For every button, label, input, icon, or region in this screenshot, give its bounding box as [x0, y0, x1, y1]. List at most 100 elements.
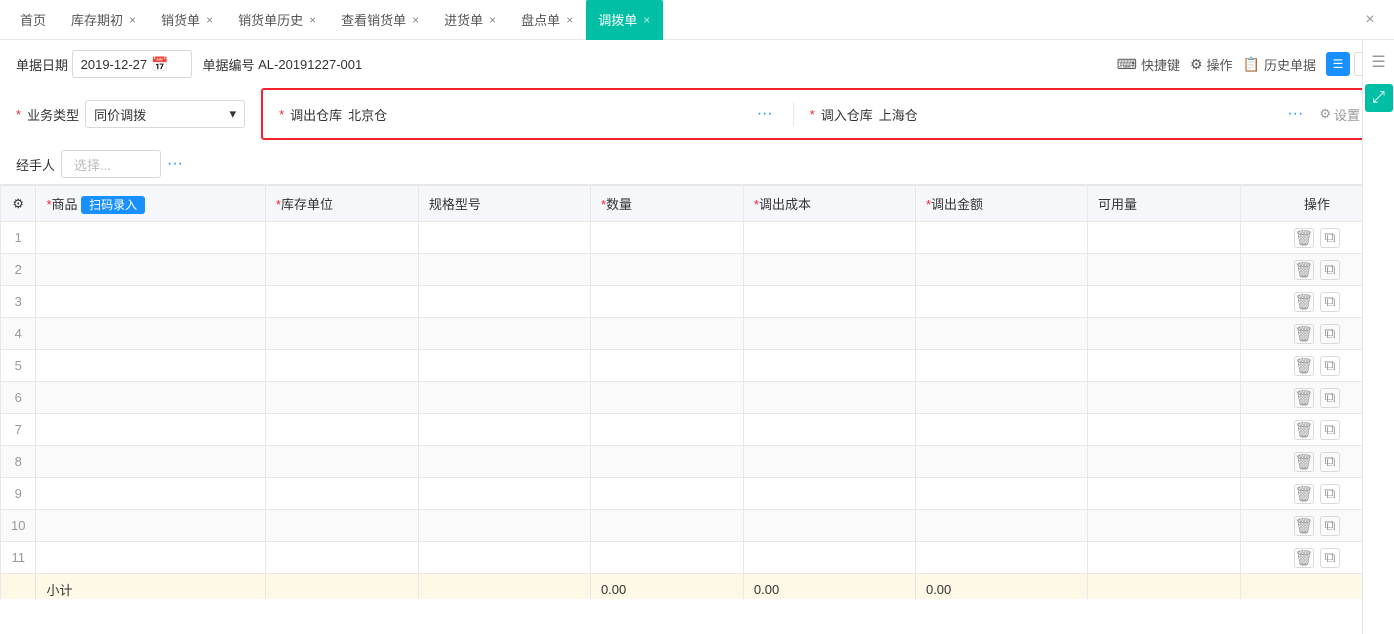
table-cell[interactable] — [265, 510, 418, 542]
copy-icon[interactable]: ⧉ — [1320, 260, 1340, 280]
delete-icon[interactable]: 🗑 — [1294, 452, 1314, 472]
table-cell[interactable] — [915, 318, 1087, 350]
table-cell[interactable] — [590, 382, 743, 414]
table-cell[interactable] — [590, 286, 743, 318]
table-cell[interactable] — [590, 254, 743, 286]
table-cell[interactable] — [1088, 350, 1241, 382]
delete-icon[interactable]: 🗑 — [1294, 388, 1314, 408]
copy-icon[interactable]: ⧉ — [1320, 484, 1340, 504]
table-cell[interactable] — [265, 478, 418, 510]
delete-icon[interactable]: 🗑 — [1294, 484, 1314, 504]
table-cell[interactable] — [743, 222, 915, 254]
tab-sales-order-close[interactable]: × — [206, 13, 213, 27]
settings-button[interactable]: ⚙ 设置 — [1319, 105, 1360, 124]
table-cell[interactable] — [743, 478, 915, 510]
table-cell[interactable] — [265, 254, 418, 286]
table-cell[interactable] — [915, 222, 1087, 254]
copy-icon[interactable]: ⧉ — [1320, 356, 1340, 376]
table-cell[interactable] — [1088, 382, 1241, 414]
table-cell[interactable] — [418, 318, 590, 350]
table-cell[interactable] — [265, 350, 418, 382]
shortcuts-button[interactable]: ⌨ 快捷键 — [1117, 55, 1180, 74]
tab-home[interactable]: 首页 — [8, 0, 59, 40]
table-cell[interactable] — [590, 542, 743, 574]
table-cell[interactable] — [915, 382, 1087, 414]
table-cell[interactable] — [265, 446, 418, 478]
table-cell[interactable] — [418, 510, 590, 542]
out-warehouse-dots[interactable]: ··· — [753, 105, 777, 123]
delete-icon[interactable]: 🗑 — [1294, 420, 1314, 440]
biz-type-select[interactable]: 同价调拨 ▾ — [85, 100, 245, 128]
table-cell[interactable] — [743, 350, 915, 382]
tab-stock-init-close[interactable]: × — [129, 13, 136, 27]
tab-transfer[interactable]: 调拨单 × — [586, 0, 663, 40]
table-cell[interactable] — [418, 254, 590, 286]
table-cell[interactable] — [36, 254, 265, 286]
tab-transfer-close[interactable]: × — [643, 13, 650, 27]
delete-icon[interactable]: 🗑 — [1294, 228, 1314, 248]
table-cell[interactable] — [915, 414, 1087, 446]
table-cell[interactable] — [1088, 318, 1241, 350]
copy-icon[interactable]: ⧉ — [1320, 324, 1340, 344]
in-warehouse-dots[interactable]: ··· — [1283, 105, 1307, 123]
table-cell[interactable] — [590, 414, 743, 446]
copy-icon[interactable]: ⧉ — [1320, 516, 1340, 536]
table-cell[interactable] — [36, 542, 265, 574]
table-cell[interactable] — [36, 510, 265, 542]
tab-sales-order[interactable]: 销货单 × — [149, 0, 226, 40]
table-cell[interactable] — [418, 222, 590, 254]
delete-icon[interactable]: 🗑 — [1294, 292, 1314, 312]
table-cell[interactable] — [743, 542, 915, 574]
window-close-button[interactable]: × — [1354, 4, 1386, 36]
table-cell[interactable] — [36, 286, 265, 318]
table-cell[interactable] — [418, 286, 590, 318]
copy-icon[interactable]: ⧉ — [1320, 548, 1340, 568]
tab-view-sales-close[interactable]: × — [412, 13, 419, 27]
table-cell[interactable] — [1088, 446, 1241, 478]
table-cell[interactable] — [36, 318, 265, 350]
table-cell[interactable] — [743, 510, 915, 542]
copy-icon[interactable]: ⧉ — [1320, 452, 1340, 472]
table-cell[interactable] — [36, 446, 265, 478]
table-cell[interactable] — [265, 382, 418, 414]
table-cell[interactable] — [743, 318, 915, 350]
table-cell[interactable] — [743, 446, 915, 478]
tab-sales-history[interactable]: 销货单历史 × — [226, 0, 329, 40]
delete-icon[interactable]: 🗑 — [1294, 260, 1314, 280]
table-cell[interactable] — [743, 254, 915, 286]
table-cell[interactable] — [743, 414, 915, 446]
handler-input[interactable]: 选择... — [61, 150, 161, 178]
table-cell[interactable] — [915, 350, 1087, 382]
table-cell[interactable] — [265, 286, 418, 318]
table-cell[interactable] — [418, 542, 590, 574]
handler-dots[interactable]: ··· — [167, 155, 183, 173]
table-cell[interactable] — [418, 414, 590, 446]
table-cell[interactable] — [418, 446, 590, 478]
table-cell[interactable] — [418, 350, 590, 382]
table-cell[interactable] — [590, 510, 743, 542]
sidebar-expand-icon[interactable]: ⤢ — [1365, 84, 1393, 112]
copy-icon[interactable]: ⧉ — [1320, 388, 1340, 408]
tab-inventory[interactable]: 盘点单 × — [509, 0, 586, 40]
table-cell[interactable] — [590, 318, 743, 350]
table-cell[interactable] — [1088, 478, 1241, 510]
scan-button[interactable]: 扫码录入 — [81, 196, 145, 214]
delete-icon[interactable]: 🗑 — [1294, 356, 1314, 376]
table-cell[interactable] — [265, 318, 418, 350]
table-cell[interactable] — [1088, 542, 1241, 574]
layout-btn-rows[interactable]: ☰ — [1326, 52, 1350, 76]
delete-icon[interactable]: 🗑 — [1294, 548, 1314, 568]
table-cell[interactable] — [1088, 414, 1241, 446]
table-cell[interactable] — [590, 222, 743, 254]
table-cell[interactable] — [1088, 286, 1241, 318]
tab-stock-init[interactable]: 库存期初 × — [59, 0, 149, 40]
table-cell[interactable] — [590, 350, 743, 382]
table-cell[interactable] — [265, 222, 418, 254]
table-cell[interactable] — [36, 350, 265, 382]
table-cell[interactable] — [915, 478, 1087, 510]
tab-view-sales[interactable]: 查看销货单 × — [329, 0, 432, 40]
doc-date-input[interactable]: 2019-12-27 📅 — [72, 50, 192, 78]
tab-sales-history-close[interactable]: × — [309, 13, 316, 27]
table-cell[interactable] — [915, 286, 1087, 318]
table-cell[interactable] — [36, 414, 265, 446]
